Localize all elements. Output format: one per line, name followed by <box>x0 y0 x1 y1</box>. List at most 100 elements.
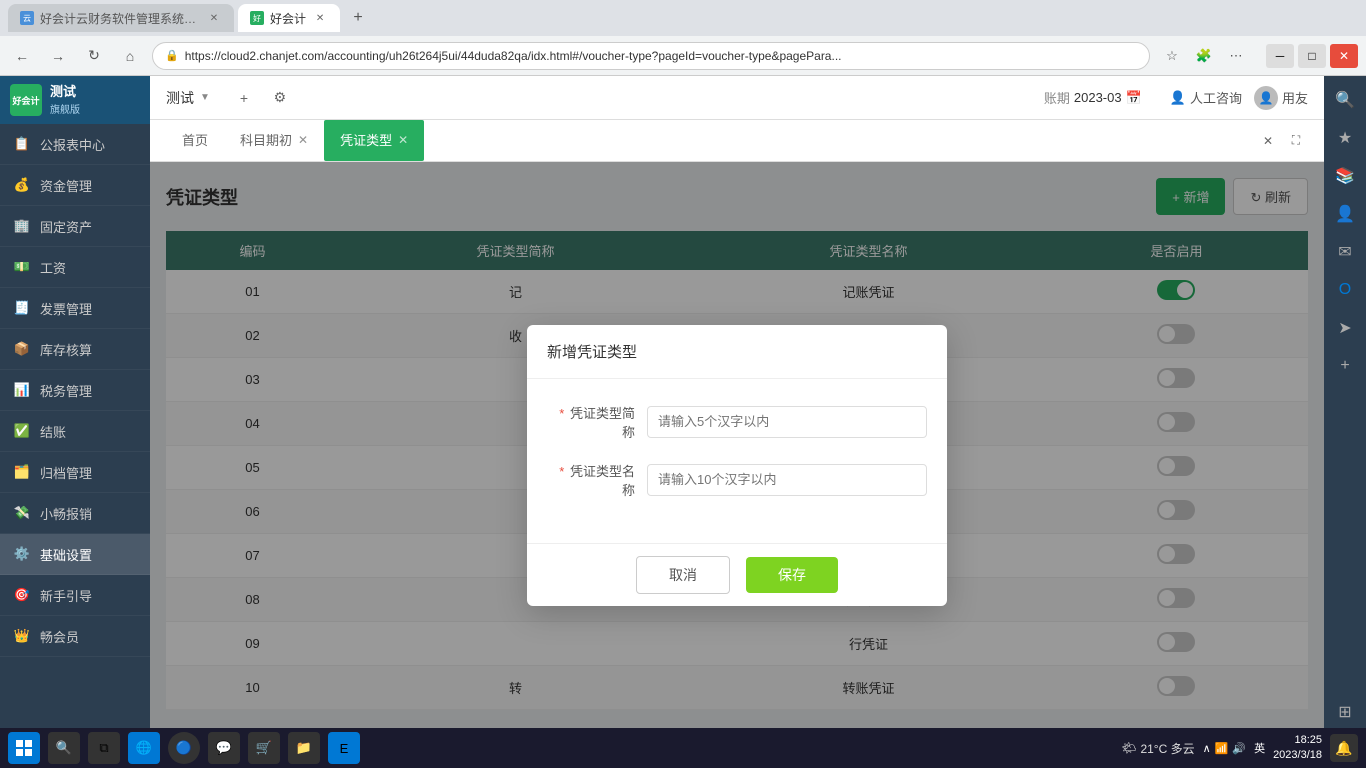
tab-label-1: 好会计云财务软件管理系统_会计 <box>40 10 200 27</box>
full-name-label: * 凭证类型名称 <box>547 461 647 499</box>
tab-voucher-close[interactable]: ✕ <box>398 133 408 147</box>
full-name-input[interactable] <box>647 464 927 496</box>
invoice-icon: 🧾 <box>12 298 32 318</box>
taskbar-sys-icons: ∧ 📶 🔊 <box>1203 742 1246 755</box>
modal-body: * 凭证类型简称 * 凭证类型名称 <box>527 379 947 543</box>
taskbar-weather: 🌤 21°C 多云 <box>1121 740 1194 757</box>
cancel-button[interactable]: 取消 <box>636 556 730 594</box>
sidebar-item-expense[interactable]: 💸 小畅报销 <box>0 493 150 534</box>
notification-button[interactable]: 🔔 <box>1330 734 1358 762</box>
sidebar-item-archive[interactable]: 🗂️ 归档管理 <box>0 452 150 493</box>
modal-header: 新增凭证类型 <box>527 325 947 379</box>
taskbar-edge[interactable]: 🌐 <box>128 732 160 764</box>
taskbar-store[interactable]: 🛒 <box>248 732 280 764</box>
network-icon[interactable]: 📶 <box>1215 742 1229 755</box>
company-arrow-icon: ▼ <box>200 92 210 103</box>
consult-button[interactable]: 👤 人工咨询 <box>1170 88 1242 107</box>
top-bar-actions: + ⚙ <box>230 84 294 112</box>
taskbar-folder[interactable]: 📁 <box>288 732 320 764</box>
sidebar-item-salary[interactable]: 💵 工资 <box>0 247 150 288</box>
right-grid-btn[interactable]: ⊞ <box>1329 696 1361 728</box>
tab-subjects-close[interactable]: ✕ <box>298 133 308 147</box>
settings-gear-btn[interactable]: ⚙ <box>266 84 294 112</box>
save-button[interactable]: 保存 <box>746 557 838 593</box>
sidebar-item-notices[interactable]: 📋 公报表中心 <box>0 124 150 165</box>
taskbar: 🔍 ⧉ 🌐 🔵 💬 🛒 📁 E 🌤 21°C 多云 ∧ 📶 🔊 英 18:25 … <box>0 728 1366 768</box>
sidebar-label-assets: 固定资产 <box>40 217 92 236</box>
right-mail-btn[interactable]: ✉ <box>1329 236 1361 268</box>
maximize-btn[interactable]: □ <box>1298 44 1326 68</box>
tab-maximize-win-btn[interactable]: ⛶ <box>1284 129 1308 153</box>
address-bar: ← → ↻ ⌂ 🔒 https://cloud2.chanjet.com/acc… <box>0 36 1366 76</box>
sidebar-item-funds[interactable]: 💰 资金管理 <box>0 165 150 206</box>
right-collection-btn[interactable]: 📚 <box>1329 160 1361 192</box>
new-tab-button[interactable]: + <box>344 4 372 32</box>
address-input[interactable]: 🔒 https://cloud2.chanjet.com/accounting/… <box>152 42 1150 70</box>
sidebar-item-tax[interactable]: 📊 税务管理 <box>0 370 150 411</box>
right-plus-btn[interactable]: + <box>1329 350 1361 382</box>
minimize-btn[interactable]: ─ <box>1266 44 1294 68</box>
date-display: 2023/3/18 <box>1273 748 1322 763</box>
taskbar-task-view[interactable]: ⧉ <box>88 732 120 764</box>
tab-home-label: 首页 <box>182 130 208 149</box>
user-button[interactable]: 👤 用友 <box>1254 86 1308 110</box>
company-selector[interactable]: 测试 ▼ <box>166 88 210 108</box>
forward-button[interactable]: → <box>44 42 72 70</box>
sidebar-header[interactable]: 好会计 测试 旗舰版 <box>0 76 150 124</box>
browser-tab-2[interactable]: 好 好会计 ✕ <box>238 4 340 32</box>
back-button[interactable]: ← <box>8 42 36 70</box>
sidebar-label-vip: 畅会员 <box>40 627 79 646</box>
sidebar-item-invoice[interactable]: 🧾 发票管理 <box>0 288 150 329</box>
start-button[interactable] <box>8 732 40 764</box>
modal-title: 新增凭证类型 <box>547 341 637 362</box>
browser-tab-1[interactable]: 云 好会计云财务软件管理系统_会计 ✕ <box>8 4 234 32</box>
tab-close-1[interactable]: ✕ <box>206 10 222 26</box>
consult-icon: 👤 <box>1170 90 1186 106</box>
close-btn[interactable]: ✕ <box>1330 44 1358 68</box>
period-value: 2023-03 <box>1074 90 1122 105</box>
sys-arrow-icon[interactable]: ∧ <box>1203 742 1211 755</box>
extensions-btn[interactable]: 🧩 <box>1190 42 1218 70</box>
guide-icon: 🎯 <box>12 585 32 605</box>
sidebar-item-inventory[interactable]: 📦 库存核算 <box>0 329 150 370</box>
sidebar-item-assets[interactable]: 🏢 固定资产 <box>0 206 150 247</box>
address-text: https://cloud2.chanjet.com/accounting/uh… <box>185 49 842 63</box>
sidebar-item-guide[interactable]: 🎯 新手引导 <box>0 575 150 616</box>
checkout-icon: ✅ <box>12 421 32 441</box>
tab-subjects-label: 科目期初 <box>240 130 292 149</box>
taskbar-edge2[interactable]: E <box>328 732 360 764</box>
taskbar-wechat[interactable]: 💬 <box>208 732 240 764</box>
right-person-btn[interactable]: 👤 <box>1329 198 1361 230</box>
right-outlook-btn[interactable]: O <box>1329 274 1361 306</box>
sidebar-label-settings: 基础设置 <box>40 545 92 564</box>
taskbar-search[interactable]: 🔍 <box>48 732 80 764</box>
taskbar-chrome[interactable]: 🔵 <box>168 732 200 764</box>
form-row-full-name: * 凭证类型名称 <box>547 461 927 499</box>
sidebar-label-salary: 工资 <box>40 258 66 277</box>
modal-overlay: 新增凭证类型 * 凭证类型简称 * <box>150 162 1324 768</box>
sidebar-label-guide: 新手引导 <box>40 586 92 605</box>
tab-voucher-type[interactable]: 凭证类型 ✕ <box>324 120 424 161</box>
sound-icon[interactable]: 🔊 <box>1232 742 1246 755</box>
sidebar-item-settings[interactable]: ⚙️ 基础设置 <box>0 534 150 575</box>
refresh-button[interactable]: ↻ <box>80 42 108 70</box>
inventory-icon: 📦 <box>12 339 32 359</box>
bookmark-btn[interactable]: ☆ <box>1158 42 1186 70</box>
sidebar-item-checkout[interactable]: ✅ 结账 <box>0 411 150 452</box>
tab-subjects[interactable]: 科目期初 ✕ <box>224 120 324 161</box>
more-btn[interactable]: ⋯ <box>1222 42 1250 70</box>
right-arrow-btn[interactable]: ➤ <box>1329 312 1361 344</box>
sidebar-label-archive: 归档管理 <box>40 463 92 482</box>
tab-favicon-1: 云 <box>20 11 34 25</box>
sidebar-item-vip[interactable]: 👑 畅会员 <box>0 616 150 657</box>
home-button[interactable]: ⌂ <box>116 42 144 70</box>
sidebar-logo: 好会计 <box>10 84 42 116</box>
short-name-input[interactable] <box>647 406 927 438</box>
tab-close-win-btn[interactable]: ✕ <box>1256 129 1280 153</box>
right-star-btn[interactable]: ★ <box>1329 122 1361 154</box>
period-calendar-icon[interactable]: 📅 <box>1126 90 1142 106</box>
add-company-btn[interactable]: + <box>230 84 258 112</box>
tab-home[interactable]: 首页 <box>166 120 224 161</box>
right-search-btn[interactable]: 🔍 <box>1329 84 1361 116</box>
tab-close-2[interactable]: ✕ <box>312 10 328 26</box>
